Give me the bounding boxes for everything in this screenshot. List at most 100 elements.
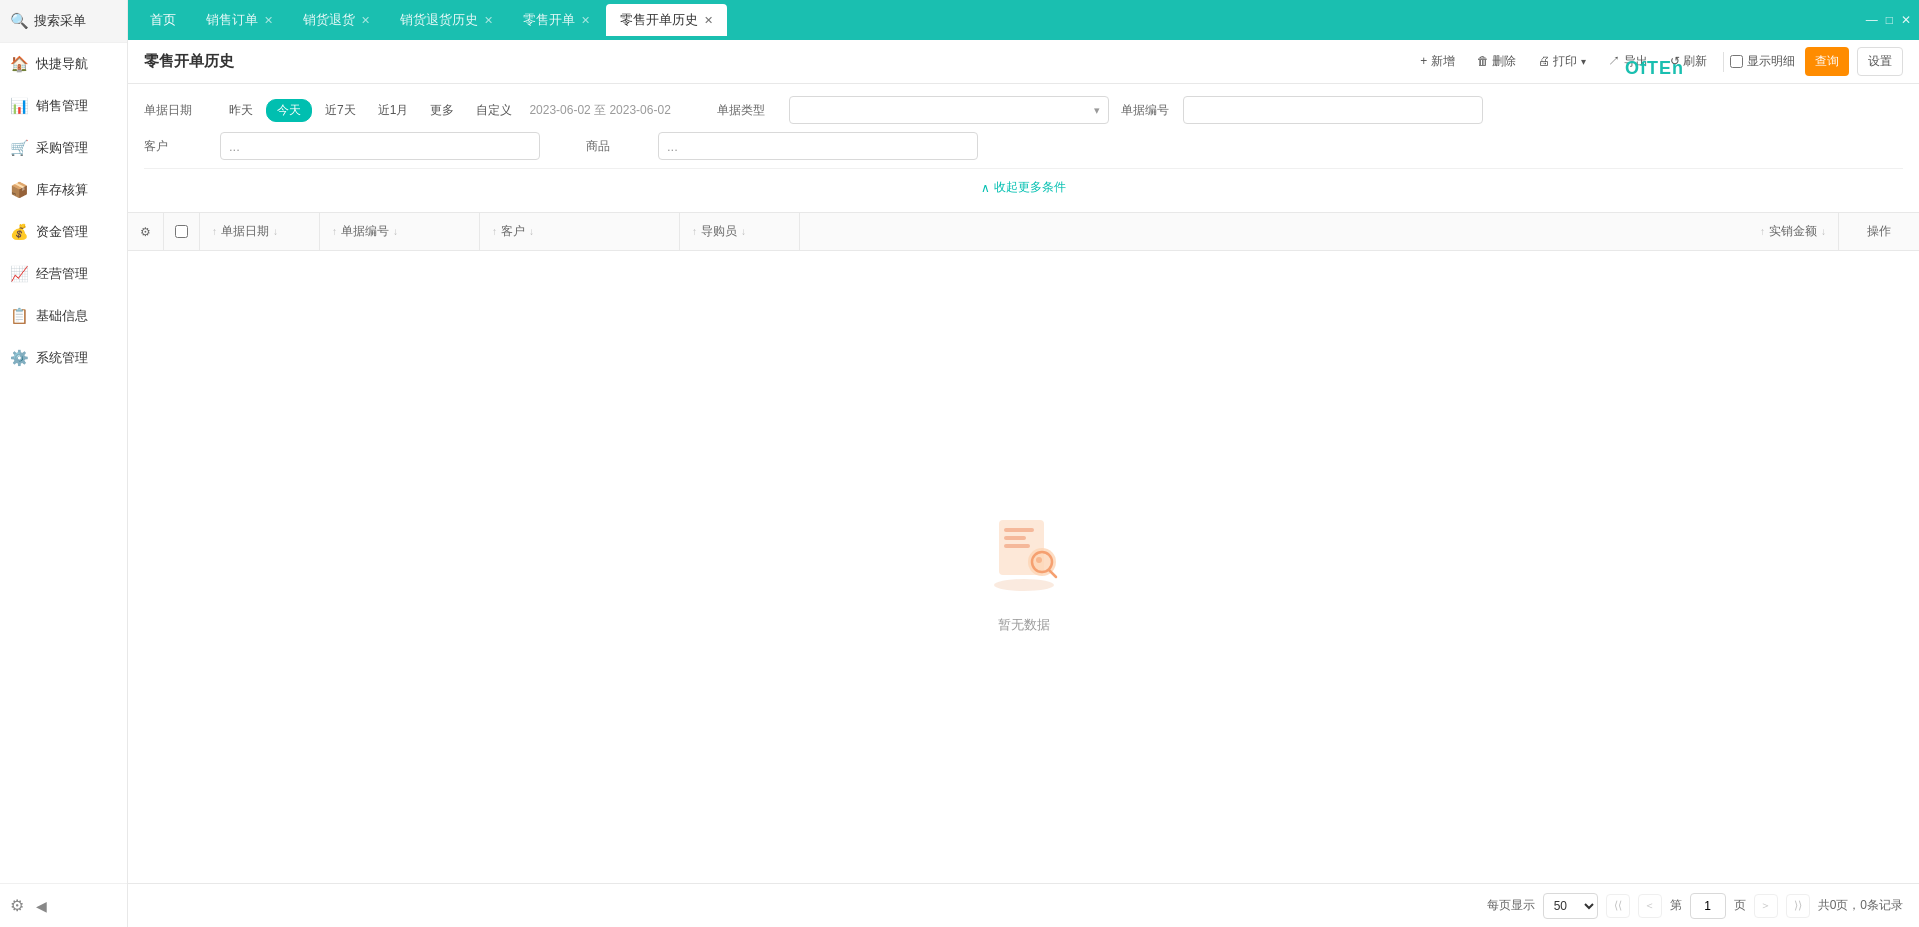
select-all-checkbox[interactable] — [175, 225, 188, 238]
goods-select[interactable]: ... — [658, 132, 978, 160]
th-customer[interactable]: ↑ 客户 ↓ — [480, 213, 680, 250]
sidebar-item-operations[interactable]: 📈 经营管理 — [0, 253, 127, 295]
tab-sales-order[interactable]: 销售订单 ✕ — [192, 4, 287, 36]
show-detail-checkbox-input[interactable] — [1730, 55, 1743, 68]
th-amount[interactable]: ↑ 实销金额 ↓ — [1719, 213, 1839, 250]
sidebar-item-label: 系统管理 — [36, 349, 88, 367]
tab-retail-open[interactable]: 零售开单 ✕ — [509, 4, 604, 36]
tab-sales-order-close[interactable]: ✕ — [264, 14, 273, 27]
customer-select[interactable]: ... — [220, 132, 540, 160]
money-icon: 💰 — [10, 223, 28, 241]
box-icon: 📦 — [10, 181, 28, 199]
page-prev-btn[interactable]: ＜ — [1638, 894, 1662, 918]
sidebar-item-inventory[interactable]: 📦 库存核算 — [0, 169, 127, 211]
sidebar-item-finance[interactable]: 💰 资金管理 — [0, 211, 127, 253]
th-action: 操作 — [1839, 213, 1919, 250]
per-page-select[interactable]: 10 20 50 100 — [1543, 893, 1598, 919]
sidebar-search[interactable]: 🔍 搜索采单 — [0, 0, 127, 43]
sidebar-item-purchase-mgmt[interactable]: 🛒 采购管理 — [0, 127, 127, 169]
sort-asc-icon4: ↑ — [692, 226, 697, 237]
empty-illustration — [974, 500, 1074, 600]
tab-retail-history-close[interactable]: ✕ — [704, 14, 713, 27]
goods-filter-label: 商品 — [586, 138, 646, 155]
date-last1month-btn[interactable]: 近1月 — [369, 99, 418, 122]
date-custom-btn[interactable]: 自定义 — [467, 99, 521, 122]
th-salesperson-label: 导购员 — [701, 223, 737, 240]
svg-rect-2 — [1004, 528, 1034, 532]
sidebar: 🔍 搜索采单 🏠 快捷导航 📊 销售管理 🛒 采购管理 📦 库存核算 💰 资金管… — [0, 0, 128, 927]
tab-retail-history[interactable]: 零售开单历史 ✕ — [606, 4, 727, 36]
collapse-sidebar-icon[interactable]: ◀ — [36, 898, 47, 914]
toolbar-divider — [1723, 52, 1724, 72]
sidebar-item-label: 快捷导航 — [36, 55, 88, 73]
date-last7-btn[interactable]: 近7天 — [316, 99, 365, 122]
window-minimize-btn[interactable]: — — [1866, 13, 1878, 27]
th-date[interactable]: ↑ 单据日期 ↓ — [200, 213, 320, 250]
th-settings[interactable]: ⚙ — [128, 213, 164, 250]
doc-number-input[interactable] — [1183, 96, 1483, 124]
collapse-filter-btn[interactable]: ∧ 收起更多条件 — [144, 175, 1903, 200]
tab-sales-return-history[interactable]: 销货退货历史 ✕ — [386, 4, 507, 36]
page-last-btn[interactable]: ⟩⟩ — [1786, 894, 1810, 918]
sort-desc-icon4: ↓ — [741, 226, 746, 237]
page-first-btn[interactable]: ⟨⟨ — [1606, 894, 1630, 918]
new-button-label: + 新增 — [1420, 53, 1454, 70]
customer-dots: ... — [229, 139, 240, 154]
svg-point-0 — [994, 579, 1054, 591]
window-restore-btn[interactable]: □ — [1886, 13, 1893, 27]
empty-text: 暂无数据 — [998, 616, 1050, 634]
sidebar-item-sales-mgmt[interactable]: 📊 销售管理 — [0, 85, 127, 127]
new-button[interactable]: + 新增 — [1410, 48, 1464, 75]
filter-settings-button[interactable]: 设置 — [1857, 47, 1903, 76]
clipboard-icon: 📋 — [10, 307, 28, 325]
export-button-label: ↗ 导出 — [1608, 53, 1647, 70]
tab-sales-return-history-close[interactable]: ✕ — [484, 14, 493, 27]
home-icon: 🏠 — [10, 55, 28, 73]
sidebar-item-label: 资金管理 — [36, 223, 88, 241]
tab-sales-return-label: 销货退货 — [303, 11, 355, 29]
filter-row-2: 客户 ... 商品 ... — [144, 132, 1903, 160]
filter-row-1: 单据日期 昨天 今天 近7天 近1月 更多 自定义 2023-06-02 至 2… — [144, 96, 1903, 124]
th-salesperson[interactable]: ↑ 导购员 ↓ — [680, 213, 800, 250]
query-button[interactable]: 查询 — [1805, 47, 1849, 76]
sidebar-item-label: 采购管理 — [36, 139, 88, 157]
date-more-btn[interactable]: 更多 — [421, 99, 463, 122]
settings-bottom-icon[interactable]: ⚙ — [10, 896, 24, 915]
sort-asc-icon2: ↑ — [332, 226, 337, 237]
page-next-btn[interactable]: ＞ — [1754, 894, 1778, 918]
sidebar-item-sys-mgmt[interactable]: ⚙️ 系统管理 — [0, 337, 127, 379]
delete-button[interactable]: 🗑 删除 — [1467, 48, 1526, 75]
export-button[interactable]: ↗ 导出 — [1598, 48, 1657, 75]
refresh-button[interactable]: ↺ 刷新 — [1660, 48, 1717, 75]
doc-type-select[interactable]: ▾ — [789, 96, 1109, 124]
th-date-label: 单据日期 — [221, 223, 269, 240]
tab-home[interactable]: 首页 — [136, 4, 190, 36]
date-yesterday-btn[interactable]: 昨天 — [220, 99, 262, 122]
tab-sales-return-close[interactable]: ✕ — [361, 14, 370, 27]
sidebar-item-basic-info[interactable]: 📋 基础信息 — [0, 295, 127, 337]
goods-dots: ... — [667, 139, 678, 154]
th-checkbox[interactable] — [164, 213, 200, 250]
tab-sales-return[interactable]: 销货退货 ✕ — [289, 4, 384, 36]
sort-desc-icon: ↓ — [273, 226, 278, 237]
tab-home-label: 首页 — [150, 11, 176, 29]
th-number[interactable]: ↑ 单据编号 ↓ — [320, 213, 480, 250]
total-info: 共0页，0条记录 — [1818, 897, 1903, 914]
print-button[interactable]: 🖨 打印 ▾ — [1528, 48, 1596, 75]
search-icon: 🔍 — [10, 12, 28, 30]
window-close-btn[interactable]: ✕ — [1901, 13, 1911, 27]
date-today-btn[interactable]: 今天 — [266, 99, 312, 122]
nav-window-controls: — □ ✕ — [1866, 13, 1911, 27]
chart-icon: 📊 — [10, 97, 28, 115]
trending-icon: 📈 — [10, 265, 28, 283]
sidebar-item-label: 基础信息 — [36, 307, 88, 325]
sidebar-item-label: 库存核算 — [36, 181, 88, 199]
query-button-label: 查询 — [1815, 53, 1839, 70]
show-detail-toggle[interactable]: 显示明细 — [1730, 53, 1795, 70]
filter-area: 单据日期 昨天 今天 近7天 近1月 更多 自定义 2023-06-02 至 2… — [128, 84, 1919, 213]
sidebar-item-quick-nav[interactable]: 🏠 快捷导航 — [0, 43, 127, 85]
page-number-input[interactable] — [1690, 893, 1726, 919]
customer-filter-label: 客户 — [144, 138, 204, 155]
tab-retail-open-close[interactable]: ✕ — [581, 14, 590, 27]
collapse-up-icon: ∧ — [981, 181, 990, 195]
